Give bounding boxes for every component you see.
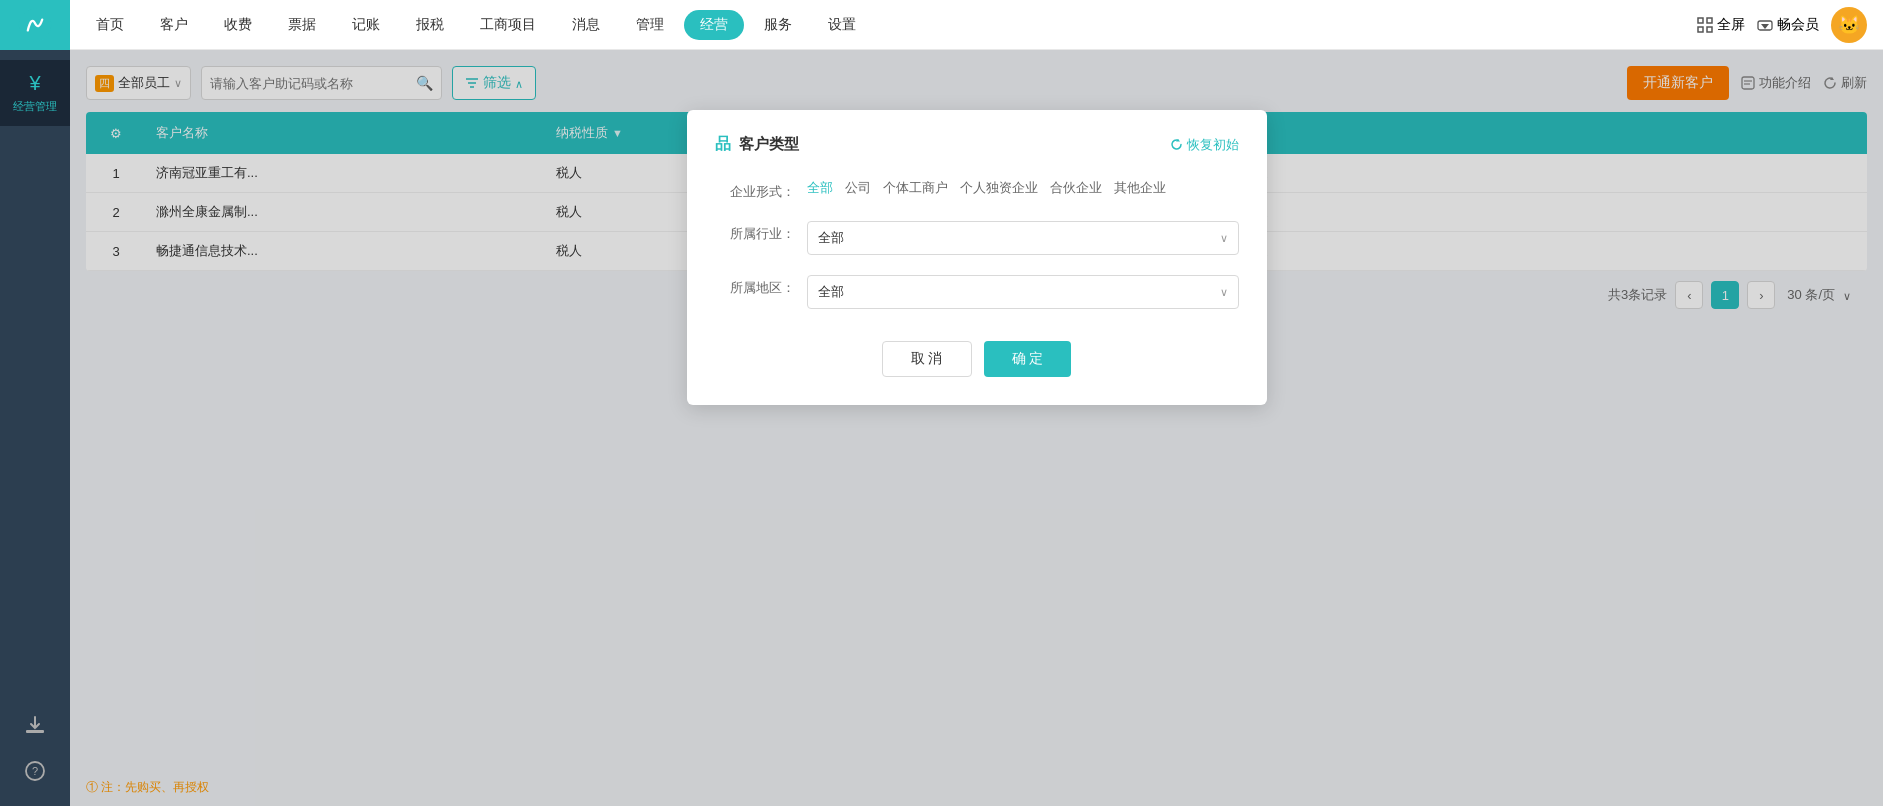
enterprise-type-individual[interactable]: 个体工商户 (883, 179, 948, 197)
content-area: 四 全部员工 🔍 筛选 开通新客户 (70, 50, 1883, 806)
enterprise-form-label: 企业形式： (715, 179, 795, 201)
modal-reset-button[interactable]: 恢复初始 (1170, 136, 1239, 154)
industry-select[interactable]: 全部 (807, 221, 1239, 255)
nav-bill[interactable]: 票据 (272, 10, 332, 40)
sidebar-bottom: ? (0, 706, 70, 806)
nav-items: 首页 客户 收费 票据 记账 报税 工商项目 消息 管理 经营 服务 设置 (70, 10, 1697, 40)
svg-rect-4 (1707, 27, 1712, 32)
help-icon: ? (24, 760, 46, 782)
industry-dropdown-arrow (1220, 231, 1228, 245)
main-layout: ¥ 经营管理 ? 四 全部员工 (0, 50, 1883, 806)
region-dropdown-arrow (1220, 285, 1228, 299)
download-icon (24, 714, 46, 736)
svg-marker-6 (1761, 24, 1769, 29)
industry-field: 全部 (807, 221, 1239, 255)
logo-icon (17, 7, 53, 43)
nav-tax[interactable]: 报税 (400, 10, 460, 40)
enterprise-form-row: 企业形式： 全部 公司 个体工商户 个人独资企业 合伙企业 其他企业 (715, 179, 1239, 201)
enterprise-type-all[interactable]: 全部 (807, 179, 833, 197)
nav-message[interactable]: 消息 (556, 10, 616, 40)
logo-area (0, 0, 70, 50)
sidebar-help[interactable]: ? (16, 752, 54, 790)
reset-label: 恢复初始 (1187, 136, 1239, 154)
svg-rect-2 (1707, 18, 1712, 23)
vip-icon (1757, 17, 1773, 33)
nav-operation[interactable]: 经营 (684, 10, 744, 40)
enterprise-type-sole[interactable]: 个人独资企业 (960, 179, 1038, 197)
nav-manage[interactable]: 管理 (620, 10, 680, 40)
nav-right: 全屏 畅会员 🐱 (1697, 7, 1883, 43)
modal-confirm-button[interactable]: 确 定 (984, 341, 1072, 377)
industry-form-row: 所属行业： 全部 (715, 221, 1239, 255)
sidebar-download[interactable] (16, 706, 54, 744)
nav-settings[interactable]: 设置 (812, 10, 872, 40)
modal-cancel-button[interactable]: 取 消 (882, 341, 972, 377)
region-field: 全部 (807, 275, 1239, 309)
user-avatar[interactable]: 🐱 (1831, 7, 1867, 43)
nav-customer[interactable]: 客户 (144, 10, 204, 40)
sidebar-item-operation[interactable]: ¥ 经营管理 (0, 60, 70, 126)
sidebar-item-label: 经营管理 (13, 99, 57, 114)
nav-home[interactable]: 首页 (80, 10, 140, 40)
top-nav: 首页 客户 收费 票据 记账 报税 工商项目 消息 管理 经营 服务 设置 全屏 (0, 0, 1883, 50)
fullscreen-button[interactable]: 全屏 (1697, 16, 1745, 34)
fullscreen-label: 全屏 (1717, 16, 1745, 34)
modal-title-row: 品 客户类型 恢复初始 (715, 134, 1239, 155)
industry-label: 所属行业： (715, 221, 795, 243)
region-value: 全部 (818, 283, 844, 301)
vip-label: 畅会员 (1777, 16, 1819, 34)
modal-overlay: 品 客户类型 恢复初始 企业形式： 全部 公司 (70, 50, 1883, 806)
enterprise-type-company[interactable]: 公司 (845, 179, 871, 197)
enterprise-types: 全部 公司 个体工商户 个人独资企业 合伙企业 其他企业 (807, 179, 1239, 197)
nav-service[interactable]: 服务 (748, 10, 808, 40)
enterprise-type-other[interactable]: 其他企业 (1114, 179, 1166, 197)
modal-title-icon: 品 (715, 134, 731, 155)
svg-rect-3 (1698, 27, 1703, 32)
region-label: 所属地区： (715, 275, 795, 297)
enterprise-type-partnership[interactable]: 合伙企业 (1050, 179, 1102, 197)
nav-business[interactable]: 工商项目 (464, 10, 552, 40)
filter-modal: 品 客户类型 恢复初始 企业形式： 全部 公司 (687, 110, 1267, 405)
fullscreen-icon (1697, 17, 1713, 33)
industry-value: 全部 (818, 229, 844, 247)
operation-icon: ¥ (29, 72, 40, 95)
svg-rect-7 (26, 730, 44, 733)
reset-icon (1170, 138, 1183, 151)
region-form-row: 所属地区： 全部 (715, 275, 1239, 309)
svg-rect-1 (1698, 18, 1703, 23)
modal-title-text: 客户类型 (739, 135, 799, 154)
vip-button[interactable]: 畅会员 (1757, 16, 1819, 34)
region-select[interactable]: 全部 (807, 275, 1239, 309)
modal-title: 品 客户类型 (715, 134, 799, 155)
sidebar: ¥ 经营管理 ? (0, 50, 70, 806)
svg-text:?: ? (32, 765, 38, 777)
nav-fee[interactable]: 收费 (208, 10, 268, 40)
modal-buttons: 取 消 确 定 (715, 341, 1239, 377)
nav-bookkeeping[interactable]: 记账 (336, 10, 396, 40)
